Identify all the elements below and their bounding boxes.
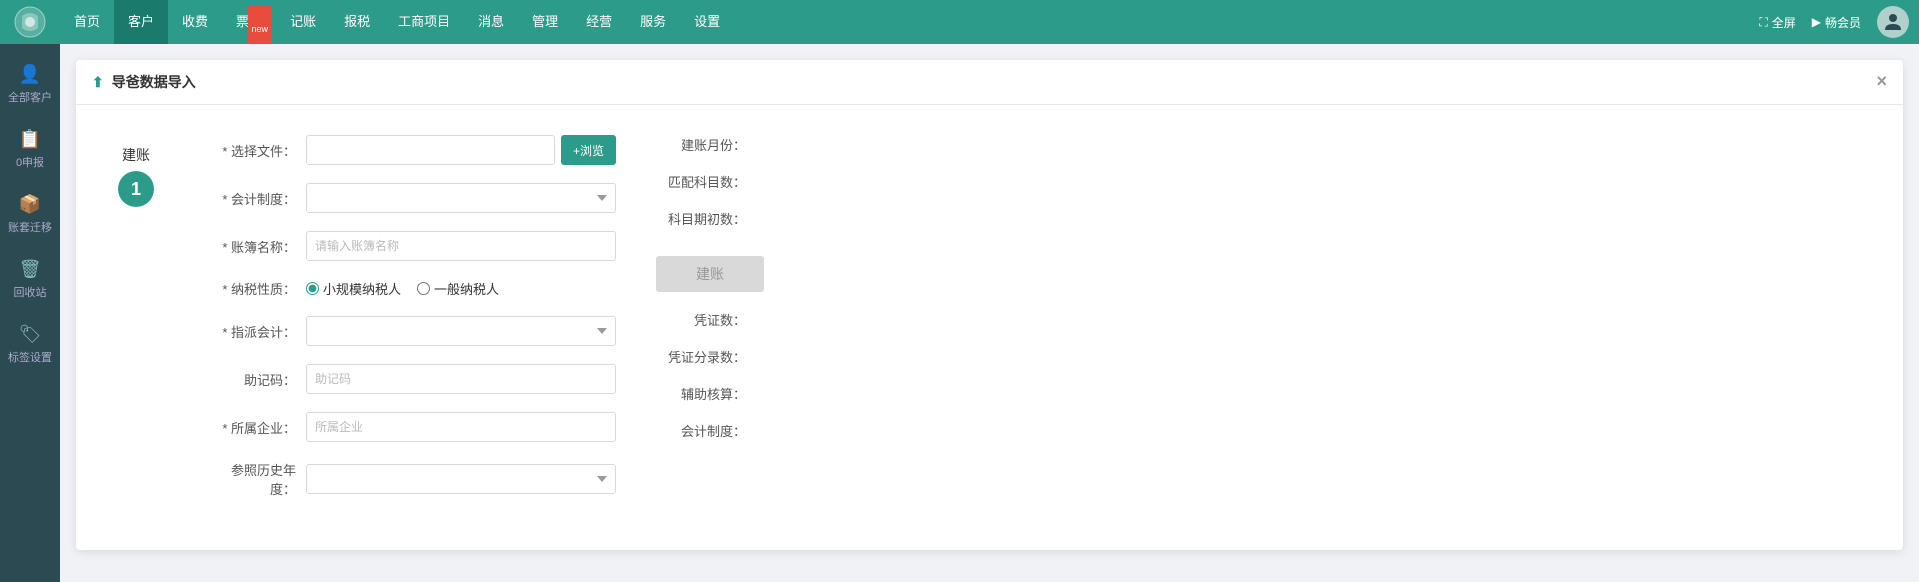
- panel-header: ⬆ 导爸数据导入 ×: [76, 60, 1903, 105]
- accounting-system-select[interactable]: [306, 183, 616, 213]
- accountant-row: * 指派会计：: [216, 316, 616, 346]
- tag-icon: 🏷: [19, 324, 42, 345]
- auxiliary-label: 辅助核算：: [656, 384, 746, 403]
- panel-title: 导爸数据导入: [112, 72, 196, 92]
- nav-fees[interactable]: 收费: [168, 0, 222, 44]
- sidebar-item-declaration[interactable]: 📋 0申报: [0, 119, 60, 180]
- trash-icon: 🗑: [19, 259, 42, 280]
- sidebar-label-declaration: 0申报: [16, 154, 44, 170]
- main-layout: 👤 全部客户 📋 0申报 📦 账套迁移 🗑 回收站 🏷 标签设置 ⬆ 导爸数据导…: [0, 44, 1919, 582]
- ledger-name-row: * 账簿名称：: [216, 231, 616, 261]
- sidebar-item-recycle[interactable]: 🗑 回收站: [0, 249, 60, 310]
- nav-bookkeeping[interactable]: 记账: [276, 0, 330, 44]
- sidebar: 👤 全部客户 📋 0申报 📦 账套迁移 🗑 回收站 🏷 标签设置: [0, 44, 60, 582]
- voucher-entries-row: 凭证分录数：: [656, 347, 896, 366]
- general-taxpayer-input[interactable]: [417, 282, 430, 295]
- general-taxpayer-label: 一般纳税人: [434, 279, 499, 298]
- info-accounting-system-label: 会计制度：: [656, 421, 746, 440]
- step-circle: 1: [118, 171, 154, 207]
- voucher-row: 凭证数：: [656, 310, 896, 329]
- auxiliary-row: 辅助核算：: [656, 384, 896, 403]
- ledger-name-label: * 账簿名称：: [216, 237, 296, 256]
- import-panel: ⬆ 导爸数据导入 × 建账 1 * 选择文件： +浏览: [76, 60, 1903, 550]
- users-icon: 👤: [19, 64, 41, 85]
- build-month-row: 建账月份：: [656, 135, 896, 154]
- match-subjects-label: 匹配科目数：: [656, 172, 746, 191]
- tax-type-radio-group: 小规模纳税人 一般纳税人: [306, 279, 616, 298]
- nav-tax[interactable]: 报税: [330, 0, 384, 44]
- file-input[interactable]: [306, 135, 555, 165]
- fullscreen-button[interactable]: ⛶ 全屏: [1759, 14, 1795, 31]
- info-section: 建账月份： 匹配科目数： 科目期初数： 建账: [656, 135, 896, 516]
- nav-home[interactable]: 首页: [60, 0, 114, 44]
- history-year-row: 参照历史年度：: [216, 460, 616, 498]
- initial-subjects-label: 科目期初数：: [656, 209, 746, 228]
- import-icon: ⬆: [92, 74, 104, 91]
- match-subjects-row: 匹配科目数：: [656, 172, 896, 191]
- nav-operations[interactable]: 经营: [572, 0, 626, 44]
- sidebar-label-recycle: 回收站: [14, 284, 47, 300]
- play-icon: ▶: [1812, 15, 1821, 29]
- accountant-label: * 指派会计：: [216, 322, 296, 341]
- step-section: 建账 1: [96, 135, 176, 516]
- nav-right: ⛶ 全屏 ▶ 畅会员: [1759, 6, 1909, 38]
- member-button[interactable]: ▶ 畅会员: [1812, 14, 1861, 31]
- accounting-system-row: * 会计制度：: [216, 183, 616, 213]
- tax-type-label: * 纳税性质：: [216, 279, 296, 298]
- nav-invoices[interactable]: 票据 new: [222, 0, 276, 44]
- nav-customers[interactable]: 客户: [114, 0, 168, 44]
- content-area: ⬆ 导爸数据导入 × 建账 1 * 选择文件： +浏览: [60, 44, 1919, 582]
- sidebar-item-all-customers[interactable]: 👤 全部客户: [0, 54, 60, 115]
- voucher-entries-label: 凭证分录数：: [656, 347, 746, 366]
- info-accounting-system-row: 会计制度：: [656, 421, 896, 440]
- small-taxpayer-input[interactable]: [306, 282, 319, 295]
- nav-management[interactable]: 管理: [518, 0, 572, 44]
- panel-body: 建账 1 * 选择文件： +浏览 * 会计制度：: [76, 105, 1903, 546]
- initial-subjects-row: 科目期初数：: [656, 209, 896, 228]
- sidebar-label-tags: 标签设置: [8, 349, 52, 365]
- history-year-select[interactable]: [306, 464, 616, 494]
- company-row: * 所属企业：: [216, 412, 616, 442]
- small-taxpayer-radio[interactable]: 小规模纳税人: [306, 279, 401, 298]
- sidebar-item-migration[interactable]: 📦 账套迁移: [0, 184, 60, 245]
- avatar[interactable]: [1877, 6, 1909, 38]
- declaration-icon: 📋: [19, 129, 41, 150]
- fullscreen-icon: ⛶: [1759, 15, 1767, 30]
- accountant-select[interactable]: [306, 316, 616, 346]
- migration-icon: 📦: [19, 194, 41, 215]
- sidebar-item-tags[interactable]: 🏷 标签设置: [0, 314, 60, 375]
- nav-messages[interactable]: 消息: [464, 0, 518, 44]
- build-month-label: 建账月份：: [656, 135, 746, 154]
- ledger-name-input[interactable]: [306, 231, 616, 261]
- file-label: * 选择文件：: [216, 141, 296, 160]
- logo: [10, 2, 50, 42]
- memo-row: 助记码：: [216, 364, 616, 394]
- nav-settings[interactable]: 设置: [680, 0, 734, 44]
- company-label: * 所属企业：: [216, 418, 296, 437]
- sidebar-label-all-customers: 全部客户: [8, 89, 52, 105]
- voucher-label: 凭证数：: [656, 310, 746, 329]
- build-button[interactable]: 建账: [656, 256, 764, 292]
- top-nav: 首页 客户 收费 票据 new 记账 报税 工商项目 消息 管理 经营 服务 设…: [0, 0, 1919, 44]
- form-section: * 选择文件： +浏览 * 会计制度： * 账簿名称：: [216, 135, 616, 516]
- sidebar-label-migration: 账套迁移: [8, 219, 52, 235]
- file-row: * 选择文件： +浏览: [216, 135, 616, 165]
- company-input[interactable]: [306, 412, 616, 442]
- close-button[interactable]: ×: [1876, 72, 1887, 90]
- browse-button[interactable]: +浏览: [561, 135, 616, 165]
- memo-input[interactable]: [306, 364, 616, 394]
- nav-business-projects[interactable]: 工商项目: [384, 0, 464, 44]
- memo-label: 助记码：: [216, 370, 296, 389]
- tax-type-row: * 纳税性质： 小规模纳税人 一般纳税人: [216, 279, 616, 298]
- history-year-label: 参照历史年度：: [216, 460, 296, 498]
- accounting-system-label: * 会计制度：: [216, 189, 296, 208]
- general-taxpayer-radio[interactable]: 一般纳税人: [417, 279, 499, 298]
- step-label: 建账: [122, 145, 150, 165]
- file-input-row: +浏览: [306, 135, 616, 165]
- small-taxpayer-label: 小规模纳税人: [323, 279, 401, 298]
- nav-services[interactable]: 服务: [626, 0, 680, 44]
